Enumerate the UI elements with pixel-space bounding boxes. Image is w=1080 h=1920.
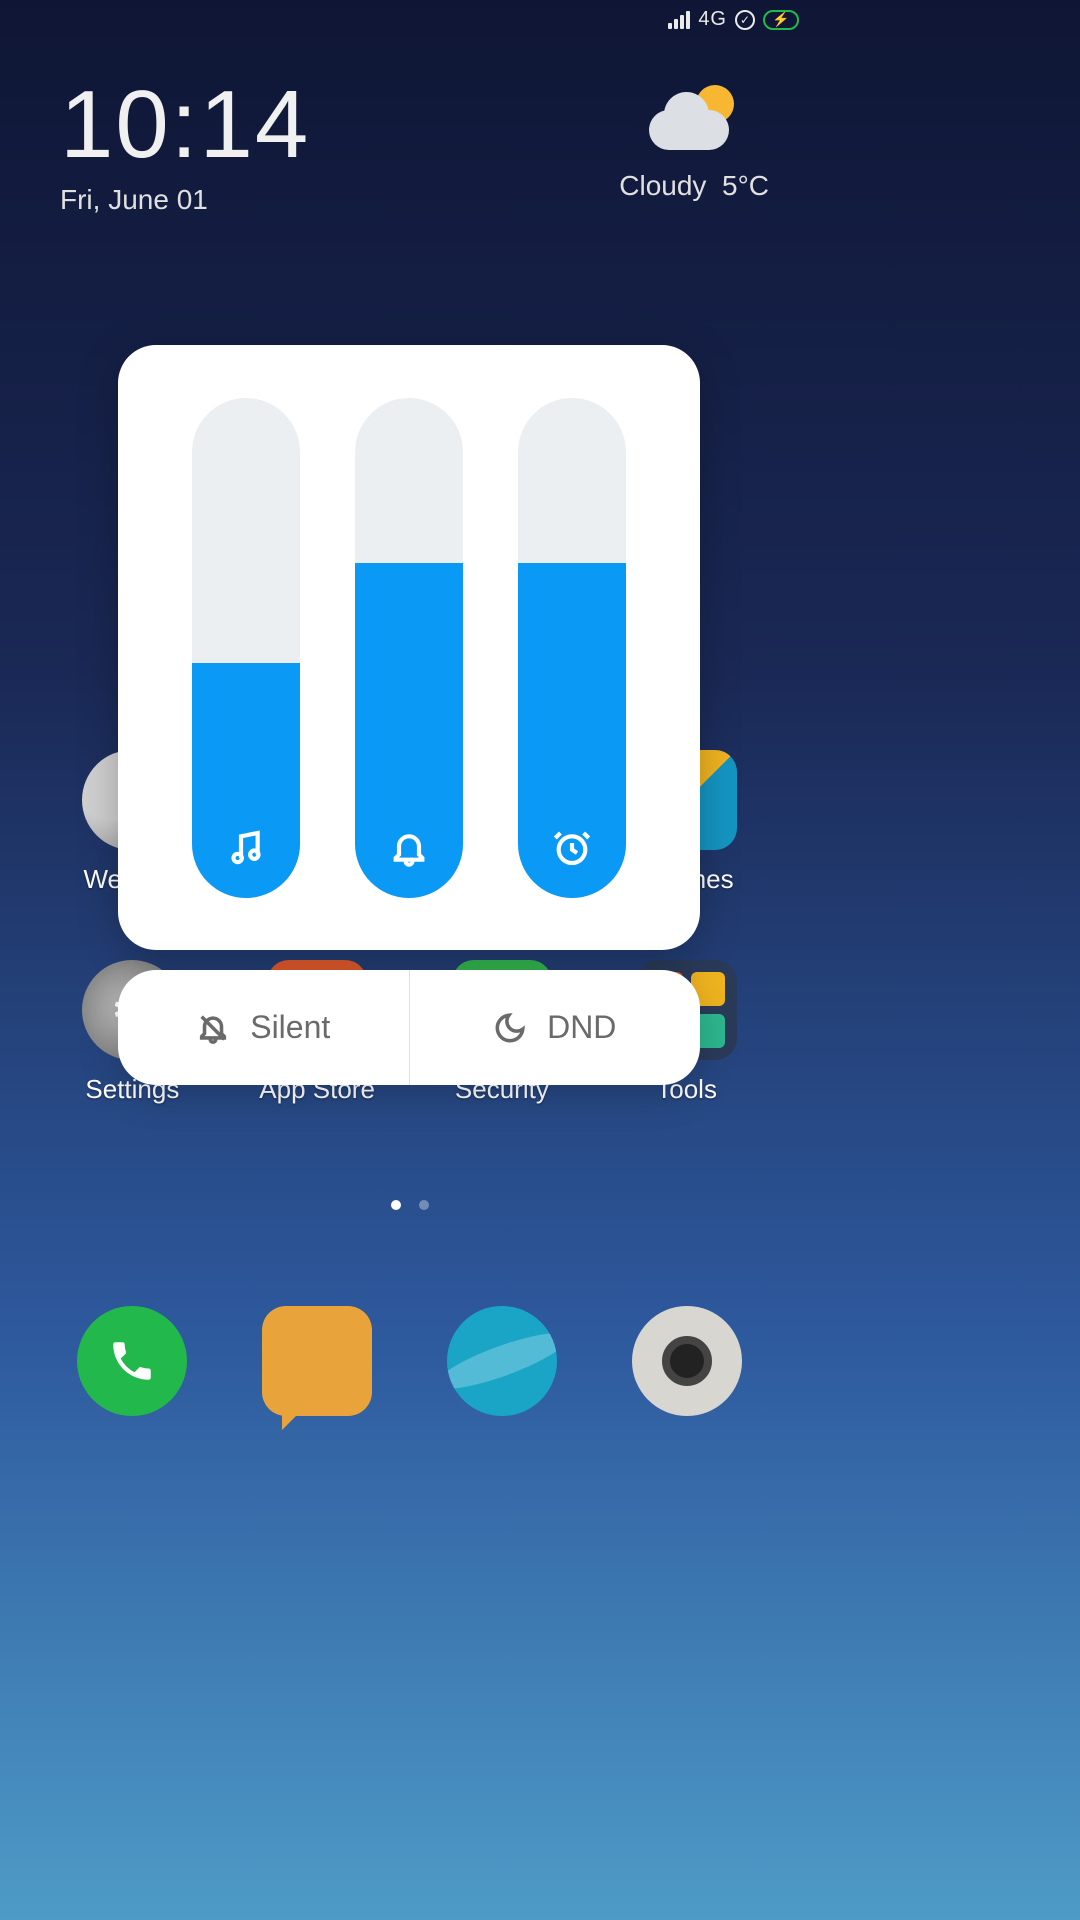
alarm-volume-slider[interactable] xyxy=(518,398,626,898)
camera-lens-icon xyxy=(662,1336,712,1386)
page-dot xyxy=(419,1200,429,1210)
clock-time: 10:14 xyxy=(60,70,310,180)
dnd-mode-button[interactable]: DND xyxy=(410,970,701,1085)
signal-icon xyxy=(668,11,690,29)
dock xyxy=(0,1306,819,1416)
silent-label: Silent xyxy=(250,1009,330,1046)
alarm-clock-icon xyxy=(552,828,592,868)
media-volume-slider[interactable] xyxy=(192,398,300,898)
silent-mode-button[interactable]: Silent xyxy=(118,970,410,1085)
sound-mode-bar: Silent DND xyxy=(118,970,700,1085)
bell-off-icon xyxy=(196,1011,230,1045)
weather-text: Cloudy 5°C xyxy=(619,170,769,202)
page-dot-active xyxy=(391,1200,401,1210)
volume-panel xyxy=(118,345,700,950)
weather-cloudy-icon xyxy=(649,80,739,150)
status-bar: 4G ✓ ⚡ xyxy=(668,8,799,31)
clock-widget[interactable]: 10:14 Fri, June 01 xyxy=(60,70,310,216)
alarm-status-icon: ✓ xyxy=(735,10,755,30)
music-note-icon xyxy=(226,828,266,868)
battery-charging-icon: ⚡ xyxy=(763,10,799,30)
weather-temperature: 5°C xyxy=(722,170,769,201)
page-indicator[interactable] xyxy=(0,1200,819,1210)
network-label: 4G xyxy=(698,8,727,31)
weather-condition: Cloudy xyxy=(619,170,706,201)
moon-icon xyxy=(493,1011,527,1045)
phone-icon xyxy=(107,1336,157,1386)
dock-messages[interactable] xyxy=(262,1306,372,1416)
bell-icon xyxy=(389,828,429,868)
dock-phone[interactable] xyxy=(77,1306,187,1416)
weather-widget[interactable]: Cloudy 5°C xyxy=(619,80,769,202)
dock-camera[interactable] xyxy=(632,1306,742,1416)
dock-browser[interactable] xyxy=(447,1306,557,1416)
dnd-label: DND xyxy=(547,1009,616,1046)
ring-volume-slider[interactable] xyxy=(355,398,463,898)
clock-date: Fri, June 01 xyxy=(60,184,310,216)
